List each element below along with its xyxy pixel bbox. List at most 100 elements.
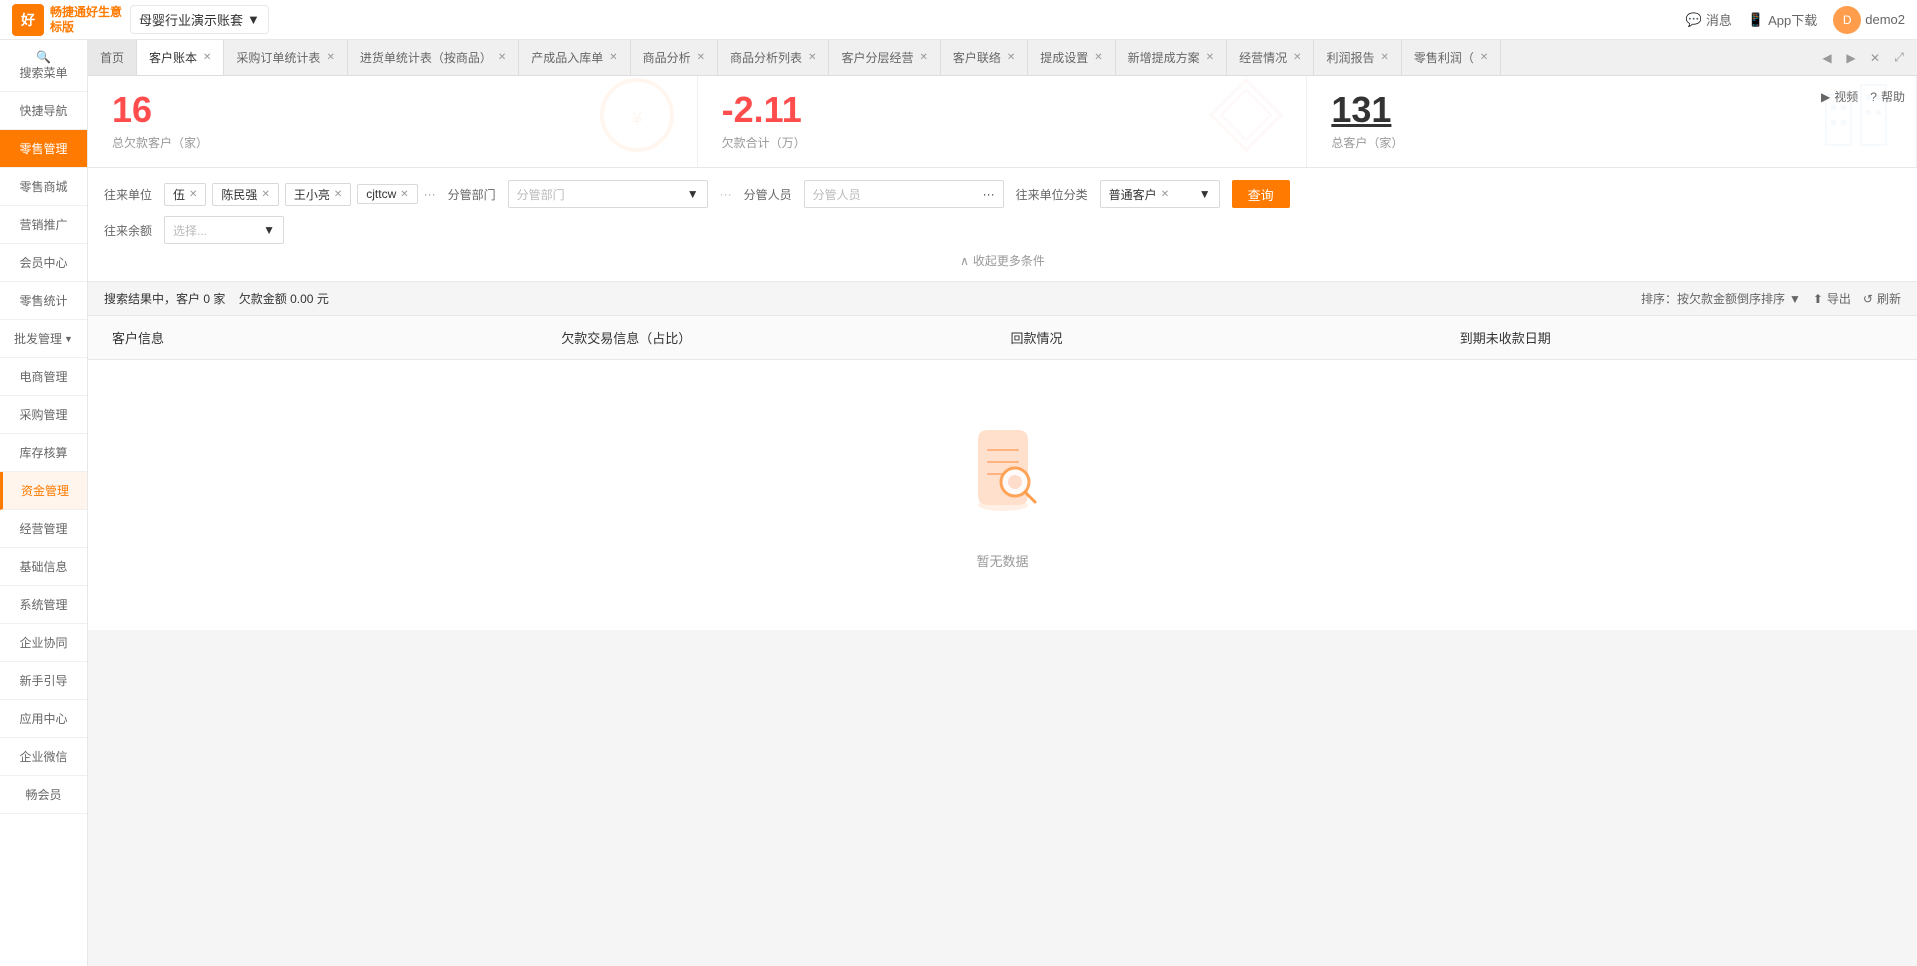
tab-close-retail-profit[interactable]: ✕ bbox=[1480, 52, 1488, 63]
store-selector[interactable]: 母婴行业演示账套 ▼ bbox=[130, 5, 269, 34]
logo-text: 畅捷通好生意 标版 bbox=[50, 5, 122, 34]
dept-dropdown-icon: ▼ bbox=[687, 187, 699, 201]
sidebar-item-inventory[interactable]: 库存核算 bbox=[0, 434, 87, 472]
query-button[interactable]: 查询 bbox=[1232, 180, 1290, 208]
tab-customer-segment[interactable]: 客户分层经营 ✕ bbox=[829, 40, 940, 76]
tab-product-analysis[interactable]: 商品分析 ✕ bbox=[631, 40, 718, 76]
unit-category-label: 往来单位分类 bbox=[1016, 186, 1088, 203]
user-profile[interactable]: D demo2 bbox=[1833, 6, 1905, 34]
tab-close-purchase-order-stats[interactable]: ✕ bbox=[326, 52, 334, 63]
sidebar-item-enterprise-collab[interactable]: 企业协同 bbox=[0, 624, 87, 662]
tab-close-product-analysis-list[interactable]: ✕ bbox=[808, 52, 816, 63]
sidebar-item-enterprise-wechat[interactable]: 企业微信 bbox=[0, 738, 87, 776]
sidebar-item-biz-mgmt[interactable]: 经营管理 bbox=[0, 510, 87, 548]
tab-close-customer-segment[interactable]: ✕ bbox=[919, 52, 927, 63]
stats-section: ¥ 16 总欠款客户（家） -2.11 欠款合计（万） bbox=[88, 76, 1917, 168]
sidebar-search[interactable]: 🔍 搜索菜单 bbox=[0, 40, 87, 92]
sidebar-item-app-center[interactable]: 应用中心 bbox=[0, 700, 87, 738]
sidebar-item-retail-mgmt[interactable]: 零售管理 bbox=[0, 130, 87, 168]
filter-tag-close-wu[interactable]: ✕ bbox=[189, 189, 197, 200]
sidebar-item-capital-mgmt[interactable]: 资金管理 bbox=[0, 472, 87, 510]
sidebar-item-ecom-mgmt[interactable]: 电商管理 bbox=[0, 358, 87, 396]
filter-tag-wangxiaoliang[interactable]: 王小亮 ✕ bbox=[285, 183, 351, 206]
logo-area: 好 畅捷通好生意 标版 bbox=[12, 4, 122, 36]
unit-category-select[interactable]: 普通客户 ✕ ▼ bbox=[1100, 180, 1220, 208]
unit-category-tag[interactable]: 普通客户 ✕ bbox=[1109, 186, 1169, 203]
refresh-icon: ↺ bbox=[1863, 292, 1873, 306]
filter-tag-wu[interactable]: 伍 ✕ bbox=[164, 183, 206, 206]
stat-customers-value: 131 bbox=[1331, 92, 1391, 128]
sidebar-quick-nav[interactable]: 快捷导航 bbox=[0, 92, 87, 130]
stat-diamond-icon bbox=[1206, 76, 1286, 169]
tab-profit-report[interactable]: 利润报告 ✕ bbox=[1314, 40, 1401, 76]
tab-inbound-stats[interactable]: 进货单统计表（按商品） ✕ bbox=[348, 40, 519, 76]
collapse-btn[interactable]: ∧ 收起更多条件 bbox=[104, 252, 1901, 269]
stat-debtors-value: 16 bbox=[112, 92, 152, 128]
unit-category-tag-close[interactable]: ✕ bbox=[1161, 189, 1169, 200]
tab-close-customer-contact[interactable]: ✕ bbox=[1007, 52, 1015, 63]
sidebar-item-member-center[interactable]: 会员中心 bbox=[0, 244, 87, 282]
sidebar-item-retail-stats[interactable]: 零售统计 bbox=[0, 282, 87, 320]
sidebar-item-pro-member[interactable]: 畅会员 bbox=[0, 776, 87, 814]
sort-select[interactable]: 排序：按欠款金额倒序排序 ▼ bbox=[1641, 290, 1801, 307]
tab-close-product-analysis[interactable]: ✕ bbox=[697, 52, 705, 63]
person-label: 分管人员 bbox=[744, 186, 792, 203]
tab-close-new-commission-plan[interactable]: ✕ bbox=[1206, 52, 1214, 63]
person-select[interactable]: 分管人员 ··· bbox=[804, 180, 1004, 208]
balance-select[interactable]: 选择... ▼ bbox=[164, 216, 284, 244]
tab-home[interactable]: 首页 bbox=[88, 40, 137, 76]
unit-category-dropdown-icon: ▼ bbox=[1199, 187, 1211, 201]
sidebar-item-marketing[interactable]: 营销推广 bbox=[0, 206, 87, 244]
tab-customer-contact[interactable]: 客户联络 ✕ bbox=[941, 40, 1028, 76]
tab-close-all-btn[interactable]: ✕ bbox=[1865, 48, 1885, 68]
empty-text: 暂无数据 bbox=[976, 551, 1028, 570]
app-download-btn[interactable]: 📱 App下载 bbox=[1748, 10, 1817, 29]
tab-expand-btn[interactable]: ⤢ bbox=[1889, 48, 1909, 68]
page-content: ¥ 16 总欠款客户（家） -2.11 欠款合计（万） bbox=[88, 76, 1917, 966]
table-header: 客户信息 欠款交易信息（占比） 回款情况 到期未收款日期 bbox=[88, 316, 1917, 360]
tab-retail-profit[interactable]: 零售利润（ ✕ bbox=[1402, 40, 1501, 76]
refresh-btn[interactable]: ↺ 刷新 bbox=[1863, 290, 1901, 307]
tab-customer-receivable[interactable]: 客户账本 ✕ bbox=[137, 40, 224, 76]
chevron-down-icon: ▼ bbox=[247, 12, 260, 27]
stat-debt-label: 欠款合计（万） bbox=[722, 134, 806, 151]
tab-close-commission-settings[interactable]: ✕ bbox=[1094, 52, 1102, 63]
filter-tag-close-cjttcw[interactable]: ✕ bbox=[400, 189, 408, 200]
tab-product-inbound[interactable]: 产成品入库单 ✕ bbox=[519, 40, 630, 76]
help-btn[interactable]: ? 帮助 bbox=[1870, 88, 1905, 105]
filter-tag-chenminqiang[interactable]: 陈民强 ✕ bbox=[212, 183, 278, 206]
avatar: D bbox=[1833, 6, 1861, 34]
video-btn[interactable]: ▶ 视频 bbox=[1821, 88, 1858, 105]
tab-prev-btn[interactable]: ◀ bbox=[1817, 48, 1837, 68]
tab-new-commission-plan[interactable]: 新增提成方案 ✕ bbox=[1116, 40, 1227, 76]
content-area: 首页 客户账本 ✕ 采购订单统计表 ✕ 进货单统计表（按商品） ✕ 产成品入库单… bbox=[88, 40, 1917, 966]
video-icon: ▶ bbox=[1821, 90, 1830, 104]
tab-close-product-inbound[interactable]: ✕ bbox=[609, 52, 617, 63]
dept-select[interactable]: 分管部门 ▼ bbox=[508, 180, 708, 208]
filter-more-btn[interactable]: ··· bbox=[424, 187, 436, 201]
filter-tag-close-wangxiaoliang[interactable]: ✕ bbox=[334, 189, 342, 200]
tab-product-analysis-list[interactable]: 商品分析列表 ✕ bbox=[718, 40, 829, 76]
sidebar-item-purchase-mgmt[interactable]: 采购管理 bbox=[0, 396, 87, 434]
tab-close-profit-report[interactable]: ✕ bbox=[1381, 52, 1389, 63]
filter-tag-cjttcw[interactable]: cjttcw ✕ bbox=[357, 184, 417, 204]
tab-next-btn[interactable]: ▶ bbox=[1841, 48, 1861, 68]
tab-commission-settings[interactable]: 提成设置 ✕ bbox=[1028, 40, 1115, 76]
tab-purchase-order-stats[interactable]: 采购订单统计表 ✕ bbox=[224, 40, 347, 76]
dept-more-icon: ··· bbox=[720, 187, 732, 201]
sidebar-item-sys-mgmt[interactable]: 系统管理 bbox=[0, 586, 87, 624]
sidebar-item-wholesale-mgmt[interactable]: 批发管理 ▼ bbox=[0, 320, 87, 358]
tab-close-inbound-stats[interactable]: ✕ bbox=[498, 52, 506, 63]
export-btn[interactable]: ⬆ 导出 bbox=[1813, 290, 1851, 307]
filter-tag-close-chenminqiang[interactable]: ✕ bbox=[261, 189, 269, 200]
search-icon: 🔍 bbox=[36, 50, 51, 64]
top-bar: 好 畅捷通好生意 标版 母婴行业演示账套 ▼ 💬 消息 📱 App下载 D de… bbox=[0, 0, 1917, 40]
tab-close-customer-receivable[interactable]: ✕ bbox=[203, 52, 211, 63]
tab-biz-situation[interactable]: 经营情况 ✕ bbox=[1227, 40, 1314, 76]
sidebar-item-retail-mall[interactable]: 零售商城 bbox=[0, 168, 87, 206]
svg-text:¥: ¥ bbox=[630, 108, 643, 130]
tab-close-biz-situation[interactable]: ✕ bbox=[1293, 52, 1301, 63]
sidebar-item-basic-info[interactable]: 基础信息 bbox=[0, 548, 87, 586]
sidebar-item-new-guide[interactable]: 新手引导 bbox=[0, 662, 87, 700]
message-btn[interactable]: 💬 消息 bbox=[1686, 10, 1732, 29]
